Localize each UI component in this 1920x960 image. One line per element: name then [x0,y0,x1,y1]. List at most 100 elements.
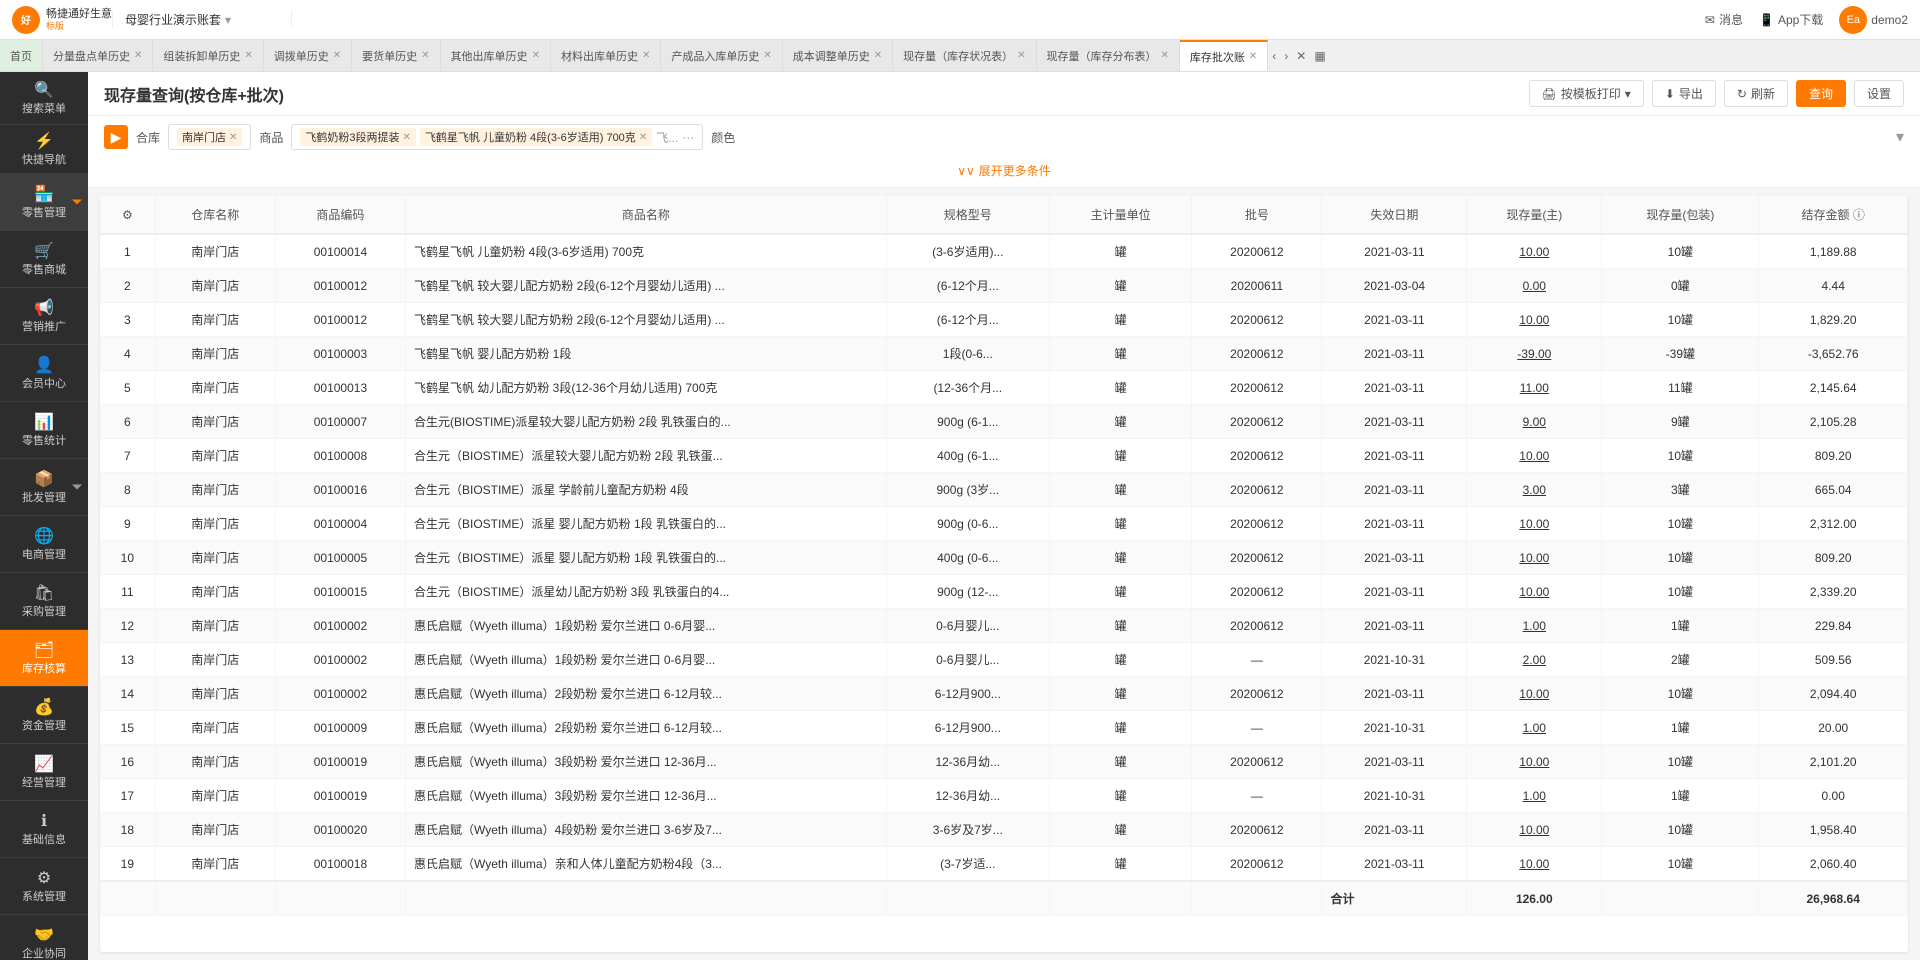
cell-qty-main[interactable]: 10.00 [1467,575,1602,609]
cell-unit: 罐 [1049,745,1191,779]
tab-chengpin[interactable]: 产成品入库单历史 ✕ [661,40,782,72]
cell-qty-main[interactable]: 0.00 [1467,269,1602,303]
sidebar-item-stats[interactable]: 📊 零售统计 [0,402,88,459]
sidebar-item-wholesale[interactable]: 📦 批发管理 [0,459,88,516]
cell-qty-main[interactable]: 10.00 [1467,234,1602,269]
goods-tag-2-close[interactable]: ✕ [639,132,647,143]
cell-qty-main[interactable]: 10.00 [1467,745,1602,779]
cell-qty-main[interactable]: 10.00 [1467,813,1602,847]
print-btn[interactable]: 🖨 按模板打印 ▾ [1529,80,1644,107]
color-dropdown-arrow[interactable]: ▾ [1896,127,1904,147]
sidebar-item-ecommerce[interactable]: 🌐 电商管理 [0,516,88,573]
col-settings[interactable]: ⚙ [100,196,155,234]
tab-fenliang[interactable]: 分量盘点单历史 ✕ [43,40,153,72]
cell-expiry: 2021-03-11 [1322,677,1467,711]
cell-qty-main[interactable]: 9.00 [1467,405,1602,439]
tab-close[interactable]: ✕ [244,50,252,61]
footer-label: 合计 [1322,881,1467,916]
warehouse-filter-group[interactable]: 南岸门店 ✕ [168,124,251,150]
cell-qty-main[interactable]: 1.00 [1467,609,1602,643]
tab-close[interactable]: ✕ [642,50,650,61]
top-bar: 好 畅捷通好生意 标版 母婴行业演示账套 ▾ ✉ 消息 📱 App下载 Ea d… [0,0,1920,40]
sidebar-item-collab[interactable]: 🤝 企业协同 [0,915,88,960]
tab-xiancun2[interactable]: 现存量（库存分布表） ✕ [1037,40,1180,72]
sidebar-item-system[interactable]: ⚙ 系统管理 [0,858,88,915]
cell-code: 00100002 [275,643,405,677]
export-btn[interactable]: ⬇ 导出 [1652,80,1716,107]
cell-qty-main[interactable]: -39.00 [1467,337,1602,371]
tab-qita[interactable]: 其他出库单历史 ✕ [441,40,551,72]
user-menu[interactable]: Ea demo2 [1839,6,1908,34]
sidebar-item-members[interactable]: 👤 会员中心 [0,345,88,402]
sidebar-item-finance[interactable]: 💰 资金管理 [0,687,88,744]
cell-qty-pkg: 10罐 [1602,813,1759,847]
sidebar-item-inventory[interactable]: 🗂 库存核算 [0,630,88,687]
tab-close[interactable]: ✕ [1017,50,1025,61]
message-btn[interactable]: ✉ 消息 [1705,11,1743,28]
tab-cailiao[interactable]: 材料出库单历史 ✕ [551,40,661,72]
cell-unit: 罐 [1049,677,1191,711]
warehouse-tag-1-close[interactable]: ✕ [229,132,237,143]
goods-tag-1-close[interactable]: ✕ [403,132,411,143]
tab-nav-next[interactable]: › [1280,49,1292,63]
expand-icon: ∨∨ [957,164,975,178]
tab-nav-prev[interactable]: ‹ [1268,49,1280,63]
tab-xiancun1[interactable]: 现存量（库存状况表） ✕ [893,40,1036,72]
cell-qty-main[interactable]: 10.00 [1467,541,1602,575]
tab-kucun-pici[interactable]: 库存批次账 ✕ [1180,40,1268,72]
tab-close[interactable]: ✕ [333,50,341,61]
cell-qty-main[interactable]: 2.00 [1467,643,1602,677]
account-dropdown[interactable]: 母婴行业演示账套 ▾ [112,11,292,28]
table-row: 19 南岸门店 00100018 惠氏启赋（Wyeth illuma）亲和人体儿… [100,847,1908,882]
cell-qty-main[interactable]: 10.00 [1467,439,1602,473]
cell-unit: 罐 [1049,439,1191,473]
tab-close[interactable]: ✕ [1249,51,1257,62]
app-download-btn[interactable]: 📱 App下载 [1759,11,1823,28]
tab-close[interactable]: ✕ [763,50,771,61]
settings-btn[interactable]: 设置 [1854,80,1904,107]
cell-qty-main[interactable]: 1.00 [1467,779,1602,813]
sidebar-item-operations[interactable]: 📈 经营管理 [0,744,88,801]
query-btn[interactable]: 查询 [1796,80,1846,107]
cell-qty-main[interactable]: 10.00 [1467,677,1602,711]
cell-amount: 2,145.64 [1759,371,1908,405]
sidebar-item-search[interactable]: 🔍 搜索菜单 [0,72,88,125]
sidebar-item-baseinfo[interactable]: ℹ 基础信息 [0,801,88,858]
tab-close[interactable]: ✕ [1161,50,1169,61]
cell-qty-main[interactable]: 3.00 [1467,473,1602,507]
cell-qty-main[interactable]: 10.00 [1467,847,1602,882]
tab-zuzhuang[interactable]: 组装拆卸单历史 ✕ [153,40,263,72]
tab-home[interactable]: 首页 [0,40,43,72]
sidebar-item-purchase[interactable]: 🛍 采购管理 [0,573,88,630]
logo-area: 好 畅捷通好生意 标版 [12,6,112,34]
goods-filter-group[interactable]: 飞鹤奶粉3段两提装 ✕ 飞鹤星飞帆 儿童奶粉 4段(3-6岁适用) 700克 ✕… [291,124,703,150]
color-filter-label: 颜色 [711,129,735,146]
tab-close[interactable]: ✕ [134,50,142,61]
cell-qty-main[interactable]: 1.00 [1467,711,1602,745]
tab-yaohuo[interactable]: 要货单历史 ✕ [352,40,440,72]
sidebar-item-retail[interactable]: 🏪 零售管理 [0,174,88,231]
sidebar-item-marketing[interactable]: 📢 营销推广 [0,288,88,345]
sidebar-item-mall[interactable]: 🛒 零售商城 [0,231,88,288]
tab-diaob[interactable]: 调拨单历史 ✕ [264,40,352,72]
cell-spec: 6-12月900... [886,711,1049,745]
collapse-sidebar-btn[interactable]: ▶ [104,125,128,149]
cell-qty-main[interactable]: 10.00 [1467,507,1602,541]
expand-more-btn[interactable]: ∨∨ 展开更多条件 [957,162,1051,179]
tab-close[interactable]: ✕ [874,50,882,61]
tab-chengben[interactable]: 成本调整单历史 ✕ [783,40,893,72]
cell-expiry: 2021-03-11 [1322,507,1467,541]
refresh-btn[interactable]: ↻ 刷新 [1724,80,1788,107]
tab-nav-menu[interactable]: ▦ [1310,49,1329,63]
col-unit: 主计量单位 [1049,196,1191,234]
tab-close[interactable]: ✕ [421,50,429,61]
cell-unit: 罐 [1049,269,1191,303]
cell-expiry: 2021-03-11 [1322,439,1467,473]
tab-close[interactable]: ✕ [532,50,540,61]
tab-nav-close[interactable]: ✕ [1292,49,1310,63]
cell-amount: 2,312.00 [1759,507,1908,541]
col-amount: 结存金额 ⓘ [1759,196,1908,234]
cell-qty-main[interactable]: 11.00 [1467,371,1602,405]
cell-qty-main[interactable]: 10.00 [1467,303,1602,337]
sidebar-item-quicknav[interactable]: ⚡ 快捷导航 [0,125,88,174]
